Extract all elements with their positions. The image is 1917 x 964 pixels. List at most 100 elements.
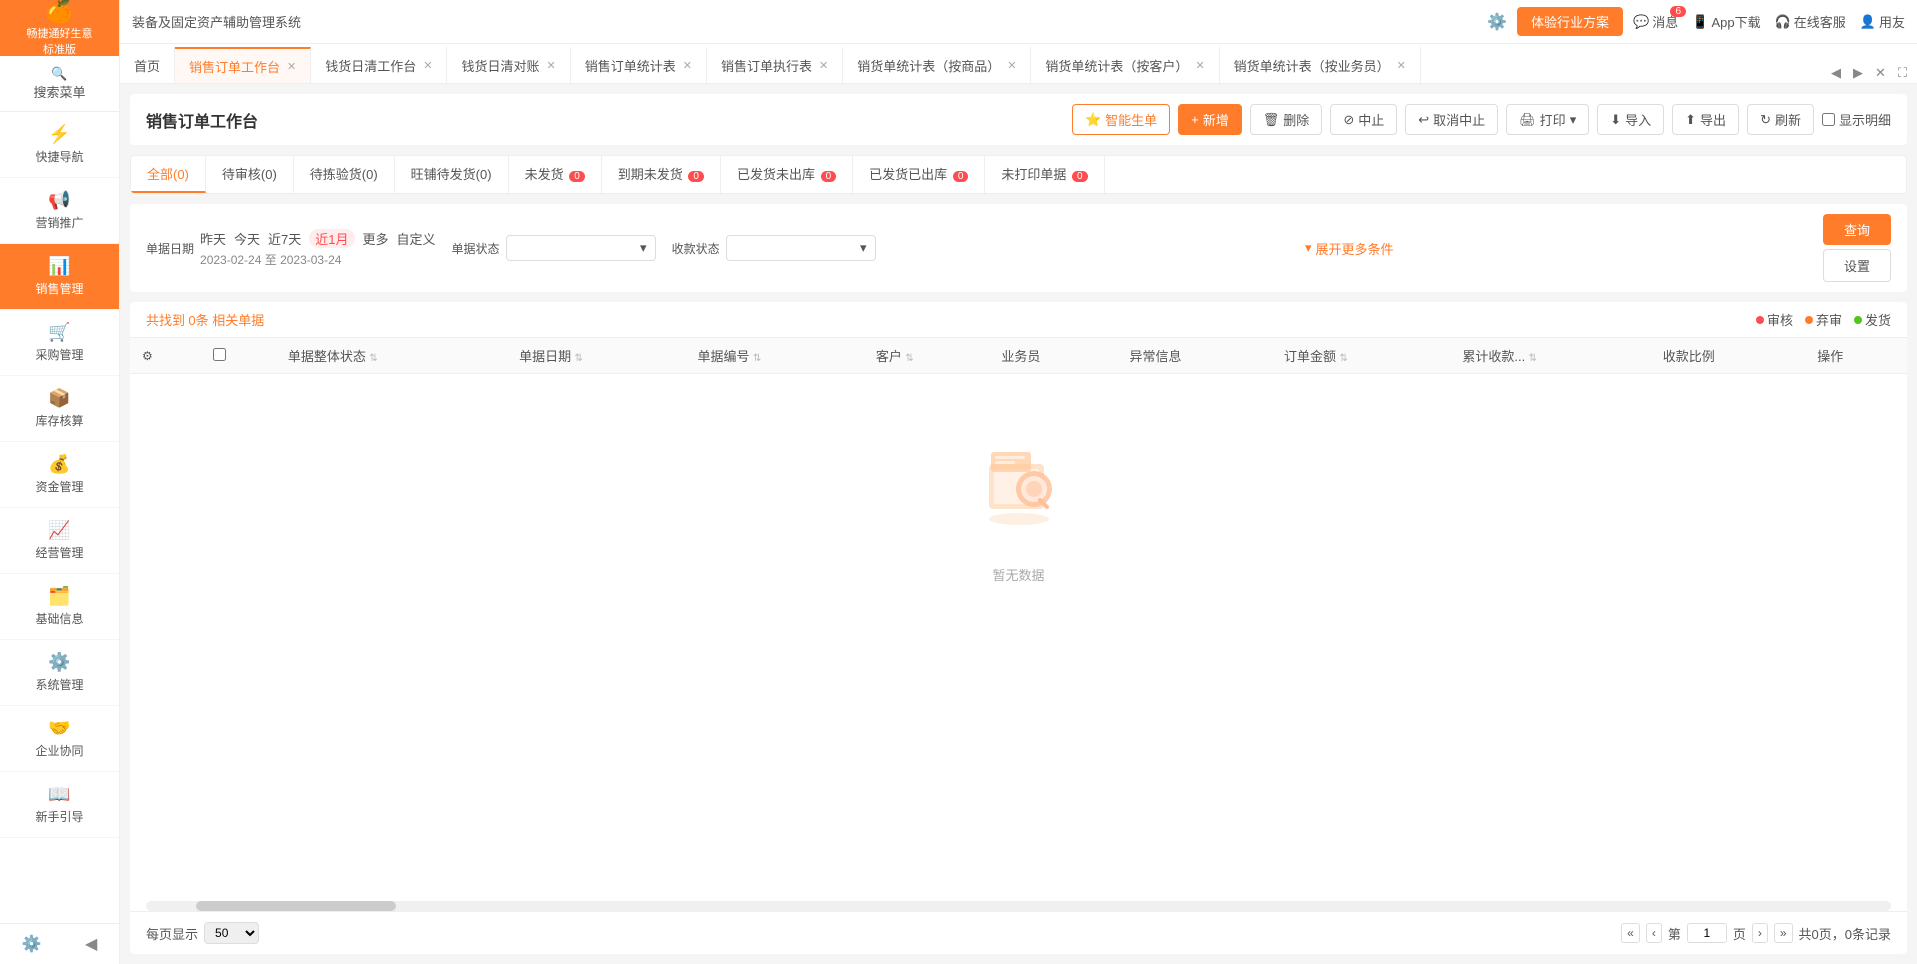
- tab-sales-stats-staff[interactable]: 销货单统计表（按业务员） ✕: [1220, 47, 1421, 83]
- query-button[interactable]: 查询: [1823, 214, 1891, 245]
- tab-close-sales-order-stats[interactable]: ✕: [683, 59, 692, 72]
- quick-ship-button[interactable]: 发货: [1854, 310, 1891, 329]
- tab-nav-prev[interactable]: ◀: [1827, 63, 1845, 83]
- tab-home[interactable]: 首页: [120, 47, 175, 83]
- collapse-icon[interactable]: ◀: [85, 934, 97, 954]
- filter-tab-all[interactable]: 全部(0): [131, 156, 206, 193]
- customer-sort-icon: ⇅: [905, 353, 913, 364]
- user-button[interactable]: 👤 用友: [1860, 12, 1905, 31]
- col-staff[interactable]: 业务员: [989, 338, 1117, 374]
- settings-gear-icon[interactable]: ⚙️: [1487, 12, 1507, 32]
- sort-icon: ⇅: [369, 353, 377, 364]
- col-abnormal[interactable]: 异常信息: [1117, 338, 1272, 374]
- select-all-checkbox[interactable]: [213, 348, 226, 361]
- tab-sales-stats-customer[interactable]: 销货单统计表（按客户） ✕: [1031, 47, 1219, 83]
- filter-tab-shipped-not-out[interactable]: 已发货未出库 0: [721, 156, 853, 193]
- quick-review-button[interactable]: 审核: [1756, 310, 1793, 329]
- sidebar-item-enterprise[interactable]: 🤝 企业协同: [0, 706, 119, 772]
- sidebar-item-inventory[interactable]: 📦 库存核算: [0, 376, 119, 442]
- next-page-button[interactable]: ›: [1752, 923, 1768, 943]
- quick-cancel-review-button[interactable]: 弃审: [1805, 310, 1842, 329]
- export-button[interactable]: ⬆ 导出: [1672, 104, 1739, 135]
- page-number-input[interactable]: [1687, 923, 1727, 943]
- show-detail-input[interactable]: [1822, 113, 1835, 126]
- tab-close-sales-order-workbench[interactable]: ✕: [287, 60, 296, 73]
- settings-icon[interactable]: ⚙️: [22, 934, 42, 954]
- experience-button[interactable]: 体验行业方案: [1517, 7, 1623, 36]
- filter-tab-not-shipped[interactable]: 未发货 0: [509, 156, 602, 193]
- tab-sales-order-exec[interactable]: 销售订单执行表 ✕: [707, 47, 843, 83]
- tab-sales-order-workbench[interactable]: 销售订单工作台 ✕: [175, 47, 311, 83]
- tab-cash-reconcile[interactable]: 钱货日清对账 ✕: [447, 47, 570, 83]
- tab-cash-daily[interactable]: 钱货日清工作台 ✕: [311, 47, 447, 83]
- logo-line1: 畅捷通好生意: [27, 25, 93, 41]
- col-amount[interactable]: 订单金额 ⇅: [1272, 338, 1450, 374]
- app-download-button[interactable]: 📱 App下载: [1692, 12, 1760, 31]
- date-opt-more[interactable]: 更多: [363, 229, 389, 248]
- sidebar-item-marketing[interactable]: 📢 营销推广: [0, 178, 119, 244]
- sidebar-item-basic[interactable]: 🗂️ 基础信息: [0, 574, 119, 640]
- tab-close-sales-stats-staff[interactable]: ✕: [1397, 59, 1406, 72]
- tab-close-cash-reconcile[interactable]: ✕: [547, 59, 556, 72]
- sidebar-item-purchase[interactable]: 🛒 采购管理: [0, 310, 119, 376]
- sidebar-item-quick-nav[interactable]: ⚡ 快捷导航: [0, 112, 119, 178]
- smart-generate-button[interactable]: ⭐ 智能生单: [1072, 104, 1170, 135]
- tab-sales-stats-product-label: 销货单统计表（按商品）: [857, 56, 1000, 75]
- tab-sales-order-stats[interactable]: 销售订单统计表 ✕: [571, 47, 707, 83]
- page-size-select[interactable]: 50 10 20 100: [204, 922, 259, 944]
- col-number[interactable]: 单据编号 ⇅: [685, 338, 863, 374]
- col-settings[interactable]: ⚙: [130, 338, 201, 374]
- sidebar-item-sales[interactable]: 📊 销售管理: [0, 244, 119, 310]
- add-button[interactable]: + 新增: [1178, 104, 1242, 135]
- date-opt-custom[interactable]: 自定义: [397, 229, 436, 248]
- tab-close-sales-stats-customer[interactable]: ✕: [1195, 59, 1204, 72]
- tab-close-cash-daily[interactable]: ✕: [423, 59, 432, 72]
- tab-close-sales-stats-product[interactable]: ✕: [1007, 59, 1016, 72]
- sidebar-search[interactable]: 🔍 搜索菜单: [0, 56, 119, 112]
- date-opt-today[interactable]: 今天: [234, 229, 260, 248]
- filter-tab-pending-review[interactable]: 待审核(0): [206, 156, 294, 193]
- expand-more-button[interactable]: ▾ 展开更多条件: [1305, 239, 1394, 258]
- refresh-button[interactable]: ↻ 刷新: [1747, 104, 1814, 135]
- message-button[interactable]: 💬 6 消息: [1633, 12, 1678, 31]
- date-opt-7days[interactable]: 近7天: [268, 229, 301, 248]
- sidebar-item-system[interactable]: ⚙️ 系统管理: [0, 640, 119, 706]
- filter-tab-shipped-out[interactable]: 已发货已出库 0: [853, 156, 985, 193]
- scrollbar-thumb[interactable]: [196, 901, 396, 911]
- sidebar-item-finance[interactable]: 💰 资金管理: [0, 442, 119, 508]
- scrollbar-area[interactable]: [146, 901, 1891, 911]
- sidebar-item-operations[interactable]: 📈 经营管理: [0, 508, 119, 574]
- tab-close-sales-order-exec[interactable]: ✕: [819, 59, 828, 72]
- print-button[interactable]: 🖨 打印 ▾: [1506, 104, 1589, 135]
- status-select[interactable]: ▾: [506, 235, 656, 261]
- col-ratio[interactable]: 收款比例: [1651, 338, 1806, 374]
- set-button[interactable]: 设置: [1823, 249, 1891, 282]
- sidebar-item-guide[interactable]: 📖 新手引导: [0, 772, 119, 838]
- tab-maximize[interactable]: ⛶: [1894, 63, 1911, 83]
- tab-close-all[interactable]: ✕: [1871, 63, 1890, 83]
- col-ops-label: 操作: [1817, 349, 1843, 364]
- filter-tab-expired-not-shipped[interactable]: 到期未发货 0: [602, 156, 721, 193]
- col-status[interactable]: 单据整体状态 ⇅: [276, 338, 507, 374]
- filter-tab-pending-check[interactable]: 待拣验货(0): [294, 156, 395, 193]
- col-received[interactable]: 累计收款... ⇅: [1450, 338, 1650, 374]
- import-button[interactable]: ⬇ 导入: [1597, 104, 1664, 135]
- tab-nav-next[interactable]: ▶: [1849, 63, 1867, 83]
- show-detail-checkbox[interactable]: 显示明细: [1822, 110, 1891, 129]
- date-opt-1month[interactable]: 近1月: [309, 229, 354, 248]
- filter-tab-not-printed[interactable]: 未打印单据 0: [985, 156, 1104, 193]
- col-checkbox[interactable]: [201, 338, 276, 374]
- col-customer[interactable]: 客户 ⇅: [864, 338, 990, 374]
- first-page-button[interactable]: «: [1621, 923, 1640, 943]
- payment-select[interactable]: ▾: [726, 235, 876, 261]
- delete-button[interactable]: 🗑 删除: [1250, 104, 1323, 135]
- stop-button[interactable]: ⊘ 中止: [1330, 104, 1397, 135]
- cancel-stop-button[interactable]: ↩ 取消中止: [1405, 104, 1498, 135]
- filter-tab-wangpu-ship[interactable]: 旺铺待发货(0): [395, 156, 509, 193]
- prev-page-button[interactable]: ‹: [1646, 923, 1662, 943]
- date-opt-yesterday[interactable]: 昨天: [200, 229, 226, 248]
- tab-sales-stats-product[interactable]: 销货单统计表（按商品） ✕: [843, 47, 1031, 83]
- last-page-button[interactable]: »: [1774, 923, 1793, 943]
- col-date[interactable]: 单据日期 ⇅: [507, 338, 685, 374]
- online-service-button[interactable]: 🎧 在线客服: [1775, 12, 1846, 31]
